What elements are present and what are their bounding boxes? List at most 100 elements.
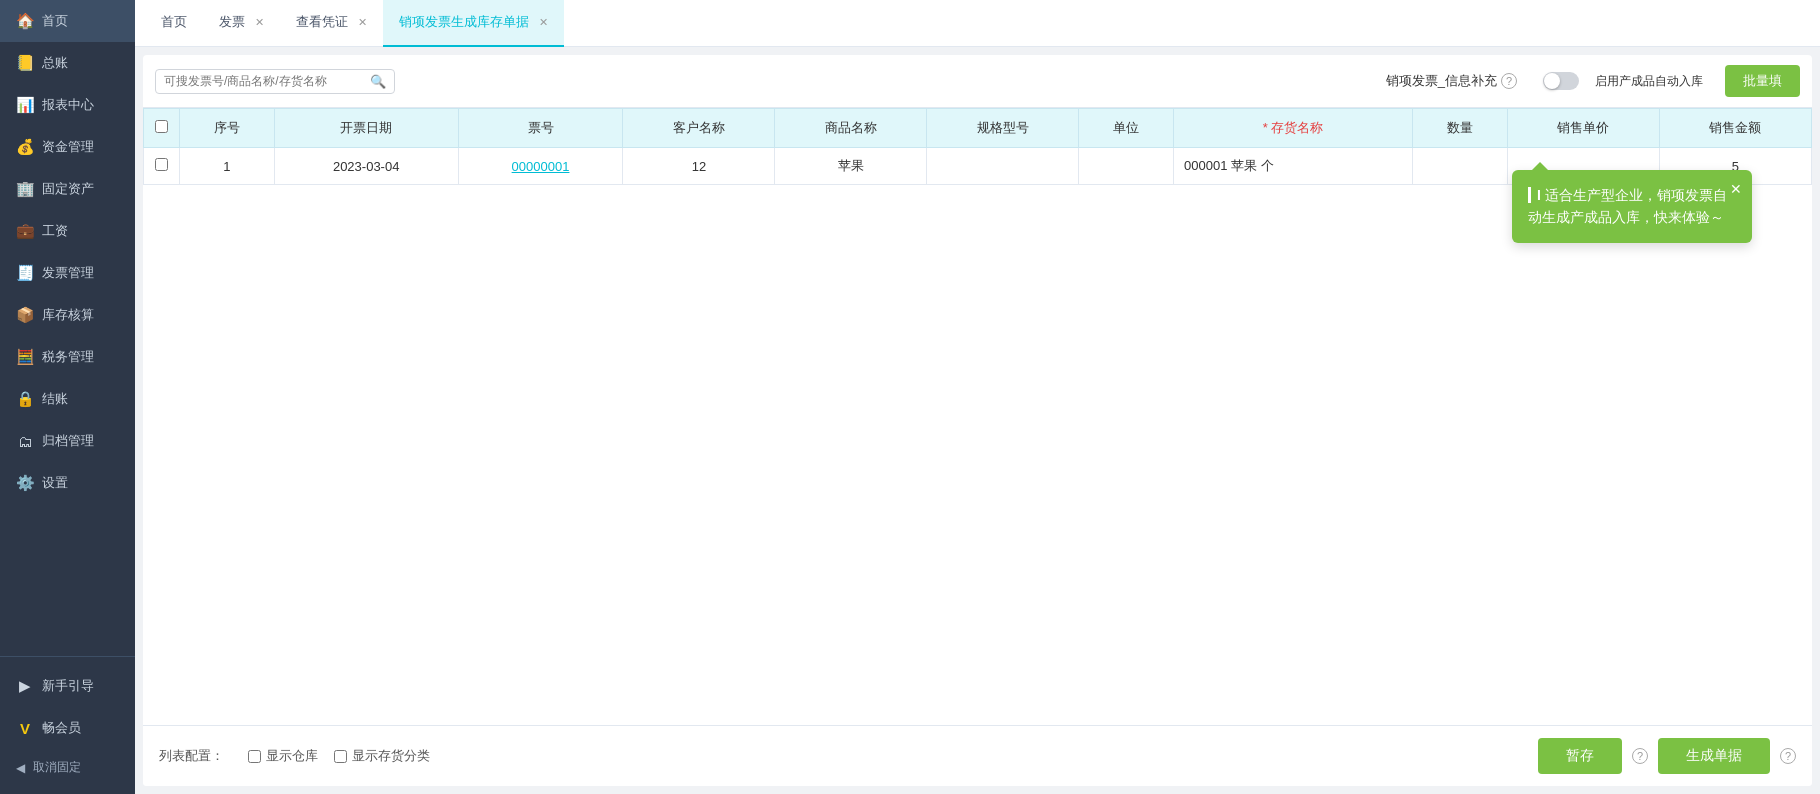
archive-icon: 🗂 (16, 433, 34, 450)
sidebar-item-home[interactable]: 🏠 首页 (0, 0, 135, 42)
sidebar-item-label: 总账 (42, 54, 68, 72)
cell-product: 苹果 (775, 148, 927, 185)
sidebar-item-invoice-mgmt[interactable]: 🧾 发票管理 (0, 252, 135, 294)
cell-seq: 1 (180, 148, 275, 185)
batch-fill-button[interactable]: 批量填 (1725, 65, 1800, 97)
fixed-assets-icon: 🏢 (16, 180, 34, 198)
sidebar-item-label: 新手引导 (42, 677, 94, 695)
row-checkbox[interactable] (155, 158, 168, 171)
tab-voucher[interactable]: 查看凭证 ✕ (280, 0, 383, 47)
th-seq: 序号 (180, 109, 275, 148)
sidebar-item-fixed-assets[interactable]: 🏢 固定资产 (0, 168, 135, 210)
main-area: 首页 发票 ✕ 查看凭证 ✕ 销项发票生成库存单据 ✕ 🔍 销项发票_信息补充 … (135, 0, 1820, 794)
home-icon: 🏠 (16, 12, 34, 30)
sidebar-item-tax[interactable]: 🧮 税务管理 (0, 336, 135, 378)
member-icon: V (16, 720, 34, 737)
search-input[interactable] (164, 74, 364, 88)
th-checkbox (144, 109, 180, 148)
content-area: 🔍 销项发票_信息补充 ? 启用产成品自动入库 批量填 (143, 55, 1812, 786)
cancel-pin[interactable]: ◀ 取消固定 (0, 749, 135, 786)
guide-icon: ▶ (16, 677, 34, 695)
th-amount: 销售金额 (1659, 109, 1811, 148)
th-quantity: 数量 (1413, 109, 1508, 148)
show-category-checkbox[interactable] (334, 750, 347, 763)
invoice-mgmt-icon: 🧾 (16, 264, 34, 282)
tab-voucher-close[interactable]: ✕ (358, 16, 367, 29)
cell-ticket-no[interactable]: 00000001 (458, 148, 623, 185)
sidebar-item-guide[interactable]: ▶ 新手引导 (0, 665, 135, 707)
ledger-icon: 📒 (16, 54, 34, 72)
pin-icon: ◀ (16, 761, 25, 775)
bottom-actions: 暂存 ? 生成单据 ? (1538, 738, 1796, 774)
tooltip-highlight: I (1528, 187, 1541, 203)
sidebar-item-label: 设置 (42, 474, 68, 492)
generate-info-icon[interactable]: ? (1780, 748, 1796, 764)
sidebar-item-funds[interactable]: 💰 资金管理 (0, 126, 135, 168)
show-warehouse-label: 显示仓库 (266, 747, 318, 765)
th-product: 商品名称 (775, 109, 927, 148)
tab-active-close[interactable]: ✕ (539, 16, 548, 29)
tab-invoice[interactable]: 发票 ✕ (203, 0, 280, 47)
select-all-checkbox[interactable] (155, 120, 168, 133)
payroll-icon: 💼 (16, 222, 34, 240)
tooltip-close-button[interactable]: ✕ (1730, 178, 1742, 200)
tab-home-label: 首页 (161, 13, 187, 31)
sidebar-item-label: 结账 (42, 390, 68, 408)
tab-voucher-label: 查看凭证 (296, 13, 348, 31)
search-icon: 🔍 (370, 74, 386, 89)
info-label-wrap: 销项发票_信息补充 ? (1386, 72, 1517, 90)
tooltip-text: 适合生产型企业，销项发票自动生成产成品入库，快来体验～ (1528, 187, 1727, 225)
th-unit: 单位 (1079, 109, 1174, 148)
show-warehouse-checkbox[interactable] (248, 750, 261, 763)
sidebar-item-label: 首页 (42, 12, 68, 30)
tab-invoice-close[interactable]: ✕ (255, 16, 264, 29)
sidebar-item-label: 库存核算 (42, 306, 94, 324)
sidebar-item-settings[interactable]: ⚙️ 设置 (0, 462, 135, 504)
save-button[interactable]: 暂存 (1538, 738, 1622, 774)
tab-active-label: 销项发票生成库存单据 (399, 13, 529, 31)
sidebar-item-archive[interactable]: 🗂 归档管理 (0, 420, 135, 462)
sidebar-item-label: 税务管理 (42, 348, 94, 366)
sidebar-item-close[interactable]: 🔒 结账 (0, 378, 135, 420)
sidebar-item-ledger[interactable]: 📒 总账 (0, 42, 135, 84)
sidebar-item-label: 固定资产 (42, 180, 94, 198)
cell-date: 2023-03-04 (274, 148, 458, 185)
show-warehouse-wrap: 显示仓库 (248, 747, 318, 765)
sidebar-item-member[interactable]: V 畅会员 (0, 707, 135, 749)
sidebar-item-inventory[interactable]: 📦 库存核算 (0, 294, 135, 336)
show-category-label: 显示存货分类 (352, 747, 430, 765)
bottom-bar: 列表配置： 显示仓库 显示存货分类 暂存 ? 生成单据 ? (143, 725, 1812, 786)
info-label-text: 销项发票_信息补充 (1386, 72, 1497, 90)
info-question-icon[interactable]: ? (1501, 73, 1517, 89)
tax-icon: 🧮 (16, 348, 34, 366)
sidebar-item-reports[interactable]: 📊 报表中心 (0, 84, 135, 126)
toggle-label: 启用产成品自动入库 (1595, 73, 1703, 90)
sidebar-item-label: 畅会员 (42, 719, 81, 737)
toolbar: 🔍 销项发票_信息补充 ? 启用产成品自动入库 批量填 (143, 55, 1812, 108)
th-date: 开票日期 (274, 109, 458, 148)
cell-inventory-name[interactable]: 000001 苹果 个 (1174, 148, 1413, 185)
th-customer: 客户名称 (623, 109, 775, 148)
show-category-wrap: 显示存货分类 (334, 747, 430, 765)
sidebar-item-label: 工资 (42, 222, 68, 240)
inventory-icon: 📦 (16, 306, 34, 324)
tab-active[interactable]: 销项发票生成库存单据 ✕ (383, 0, 564, 47)
tab-home[interactable]: 首页 (145, 0, 203, 47)
search-wrap[interactable]: 🔍 (155, 69, 395, 94)
th-ticket-no: 票号 (458, 109, 623, 148)
sidebar-item-label: 报表中心 (42, 96, 94, 114)
generate-button[interactable]: 生成单据 (1658, 738, 1770, 774)
tooltip-box: ✕ I 适合生产型企业，销项发票自动生成产成品入库，快来体验～ (1512, 170, 1752, 243)
sidebar-item-payroll[interactable]: 💼 工资 (0, 210, 135, 252)
save-info-icon[interactable]: ? (1632, 748, 1648, 764)
reports-icon: 📊 (16, 96, 34, 114)
cell-quantity (1413, 148, 1508, 185)
cancel-pin-label: 取消固定 (33, 759, 81, 776)
th-unit-price: 销售单价 (1507, 109, 1659, 148)
tab-bar: 首页 发票 ✕ 查看凭证 ✕ 销项发票生成库存单据 ✕ (135, 0, 1820, 47)
auto-warehouse-toggle[interactable] (1543, 72, 1579, 90)
row-checkbox-cell (144, 148, 180, 185)
close-accounts-icon: 🔒 (16, 390, 34, 408)
sidebar-item-label: 发票管理 (42, 264, 94, 282)
cell-model (927, 148, 1079, 185)
